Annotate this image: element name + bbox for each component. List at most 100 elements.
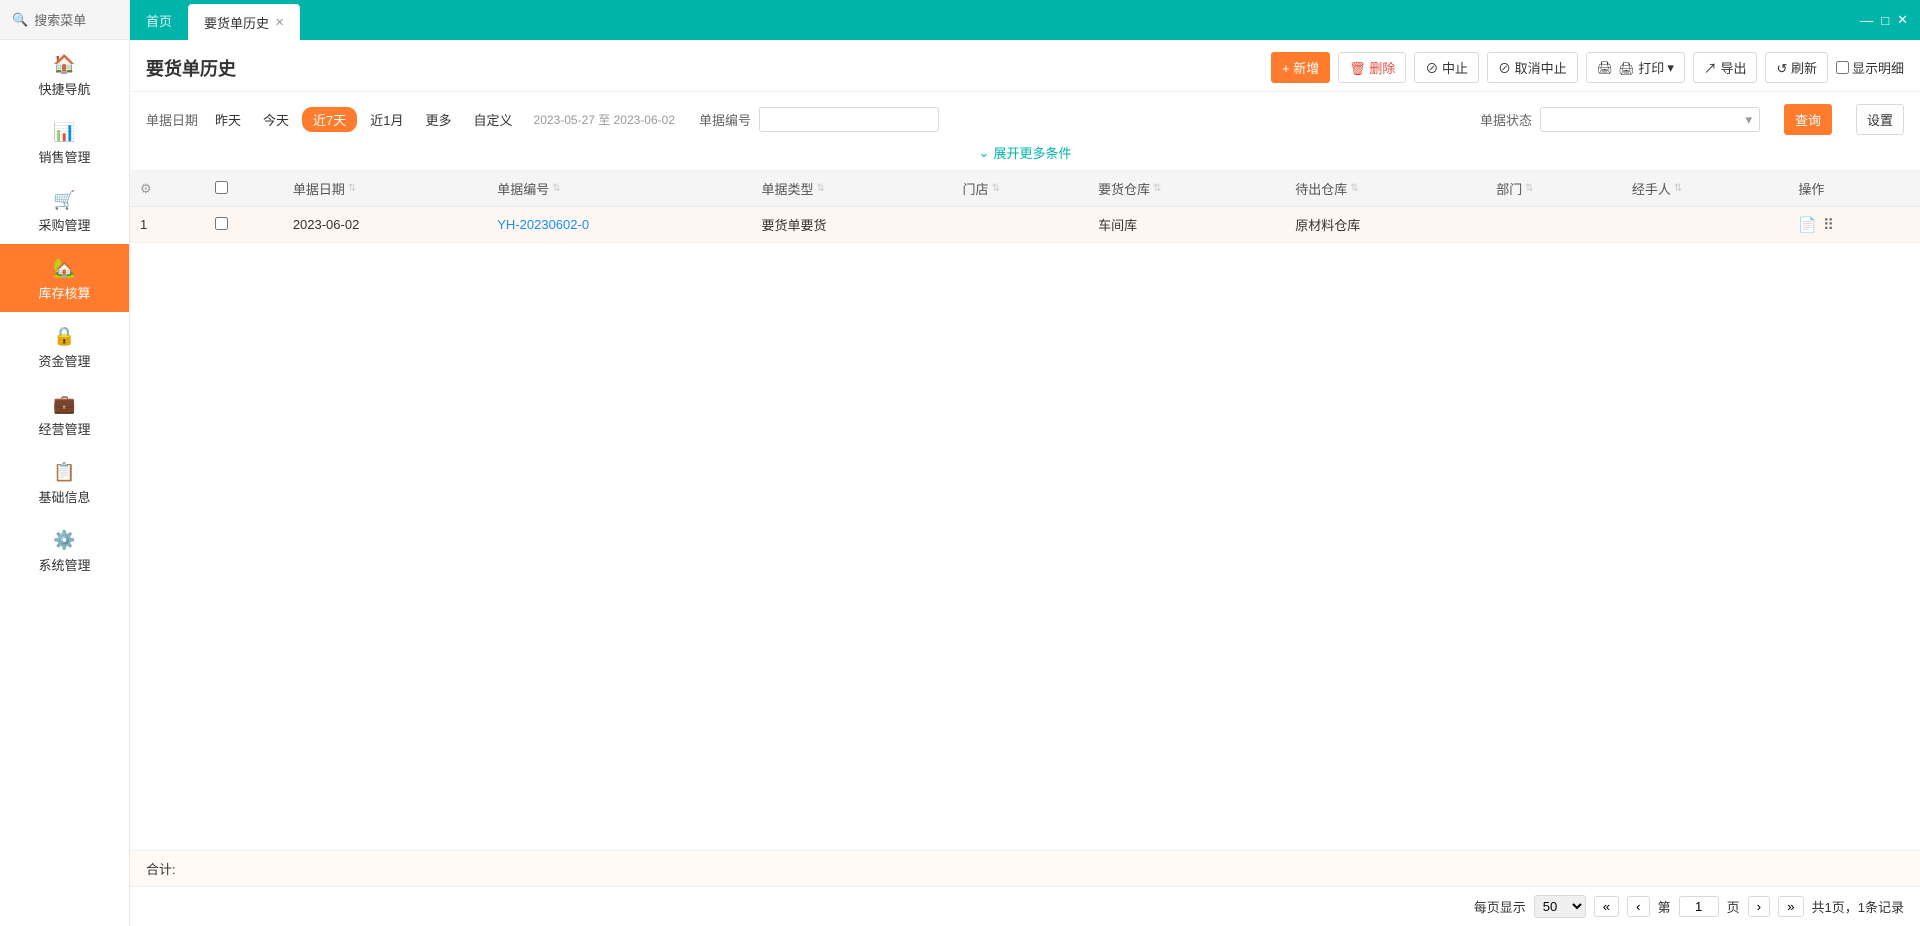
date-btn-1month[interactable]: 近1月 [361, 107, 412, 132]
sidebar-item-label: 销售管理 [38, 147, 90, 166]
tab-requisition-history-label: 要货单历史 [204, 13, 269, 32]
th-doc-type-label: 单据类型 [762, 179, 814, 198]
edit-action-icon[interactable]: 📄 [1798, 216, 1817, 234]
stop-button[interactable]: ⊘ 中止 [1414, 52, 1479, 83]
page-label: 页 [1727, 897, 1740, 916]
cell-pending-warehouse: 原材料仓库 [1285, 207, 1486, 243]
display-detail-label: 显示明细 [1852, 58, 1904, 77]
window-maximize-button[interactable]: □ [1881, 13, 1889, 28]
more-action-icon[interactable]: ⠿ [1823, 216, 1834, 234]
expand-filter-button[interactable]: ⌄ 展开更多条件 [979, 143, 1072, 162]
th-department-label: 部门 [1496, 179, 1522, 198]
print-button[interactable]: 🖨 🖨 打印 ▾ [1586, 52, 1685, 83]
display-detail-toggle[interactable]: 显示明细 [1836, 58, 1904, 77]
sidebar-item-label: 采购管理 [38, 215, 90, 234]
window-minimize-button[interactable]: — [1860, 13, 1873, 28]
page-size-label: 每页显示 [1474, 897, 1526, 916]
expand-label: 展开更多条件 [993, 143, 1071, 162]
topbar-right: — □ ✕ [1860, 12, 1920, 28]
sort-icon-department[interactable]: ⇅ [1525, 183, 1533, 194]
row-checkbox[interactable] [215, 217, 228, 230]
th-settings: ⚙ [130, 171, 205, 207]
cell-actions: 📄 ⠿ [1788, 207, 1920, 243]
date-btn-today[interactable]: 今天 [254, 107, 298, 132]
date-range-display: 2023-05-27 至 2023-06-02 [534, 111, 675, 128]
date-btn-custom[interactable]: 自定义 [465, 107, 522, 132]
first-page-button[interactable]: « [1594, 896, 1619, 917]
sort-icon-doc-date[interactable]: ⇅ [348, 183, 356, 194]
date-btn-yesterday[interactable]: 昨天 [206, 107, 250, 132]
cell-no: 1 [130, 207, 205, 243]
tab-close-icon[interactable]: ✕ [275, 16, 284, 29]
query-button[interactable]: 查询 [1784, 104, 1832, 135]
refresh-button[interactable]: ↺ 刷新 [1765, 52, 1828, 83]
topbar: 首页 要货单历史 ✕ — □ ✕ [130, 0, 1920, 40]
sidebar-item-basics[interactable]: 📋 基础信息 [0, 448, 129, 516]
sidebar-item-label: 资金管理 [38, 351, 90, 370]
date-btn-7days[interactable]: 近7天 [302, 107, 357, 132]
th-pending-warehouse: 待出仓库 ⇅ [1285, 171, 1486, 207]
sales-icon: 📊 [53, 122, 75, 143]
tab-home-label: 首页 [146, 11, 172, 30]
print-icon: 🖨 [1597, 60, 1614, 76]
doc-status-label: 单据状态 [1480, 110, 1532, 129]
cell-doc-date: 2023-06-02 [283, 207, 487, 243]
settings-button[interactable]: 设置 [1856, 104, 1904, 135]
date-filter-group: 单据日期 昨天 今天 近7天 近1月 更多 自定义 2023-05-27 至 2… [146, 107, 675, 132]
th-doc-number-label: 单据编号 [497, 179, 549, 198]
doc-number-link[interactable]: YH-20230602-0 [497, 217, 589, 232]
cell-checkbox [205, 207, 283, 243]
basics-icon: 📋 [53, 462, 75, 483]
th-actions-label: 操作 [1798, 182, 1824, 197]
window-close-button[interactable]: ✕ [1897, 12, 1908, 28]
delete-button[interactable]: 🗑 删除 [1338, 52, 1406, 83]
page-number-input[interactable] [1679, 896, 1719, 917]
sort-icon-req-warehouse[interactable]: ⇅ [1153, 183, 1161, 194]
th-handler: 经手人 ⇅ [1622, 171, 1788, 207]
table-header-row: ⚙ 单据日期 ⇅ 单据编号 [130, 171, 1920, 207]
sidebar-item-operations[interactable]: 💼 经营管理 [0, 380, 129, 448]
display-detail-checkbox[interactable] [1836, 61, 1849, 74]
doc-status-filter: 单据状态 ▾ [1480, 107, 1760, 132]
th-doc-type: 单据类型 ⇅ [752, 171, 953, 207]
doc-status-input[interactable] [1540, 107, 1760, 132]
filter-row-1: 单据日期 昨天 今天 近7天 近1月 更多 自定义 2023-05-27 至 2… [146, 104, 1904, 135]
filter-area: 单据日期 昨天 今天 近7天 近1月 更多 自定义 2023-05-27 至 2… [130, 92, 1920, 171]
sidebar-item-finance[interactable]: 🔒 资金管理 [0, 312, 129, 380]
sidebar-item-sales[interactable]: 📊 销售管理 [0, 108, 129, 176]
sort-icon-pending-warehouse[interactable]: ⇅ [1350, 183, 1358, 194]
page-size-select[interactable]: 50 10 20 100 [1534, 895, 1586, 918]
tab-home[interactable]: 首页 [130, 0, 188, 40]
cell-department [1486, 207, 1622, 243]
page-header: 要货单历史 + 新增 🗑 删除 ⊘ 中止 ⊘ 取消中止 🖨 🖨 打印 ▾ ↗ 导… [130, 40, 1920, 92]
sidebar-item-system[interactable]: ⚙️ 系统管理 [0, 516, 129, 584]
date-btn-more[interactable]: 更多 [417, 107, 461, 132]
new-button[interactable]: + 新增 [1271, 52, 1330, 83]
sidebar-item-inventory[interactable]: 🏡 库存核算 [0, 244, 129, 312]
export-button[interactable]: ↗ 导出 [1693, 52, 1758, 83]
date-buttons: 昨天 今天 近7天 近1月 更多 自定义 [206, 107, 522, 132]
next-page-button[interactable]: › [1748, 896, 1770, 917]
sort-icon-store[interactable]: ⇅ [991, 183, 999, 194]
th-department: 部门 ⇅ [1486, 171, 1622, 207]
sidebar-item-purchase[interactable]: 🛒 采购管理 [0, 176, 129, 244]
requisition-table: ⚙ 单据日期 ⇅ 单据编号 [130, 171, 1920, 243]
select-all-checkbox[interactable] [215, 181, 228, 194]
doc-number-input[interactable] [759, 107, 939, 132]
sort-icon-doc-type[interactable]: ⇅ [817, 183, 825, 194]
expand-icon: ⌄ [979, 145, 990, 161]
cell-store [952, 207, 1088, 243]
cancel-stop-button[interactable]: ⊘ 取消中止 [1487, 52, 1578, 83]
table-row: 1 2023-06-02 YH-20230602-0 要货单要货 车间库 原材料… [130, 207, 1920, 243]
sort-icon-doc-number[interactable]: ⇅ [552, 183, 560, 194]
search-icon: 🔍 [12, 12, 28, 28]
sidebar-search[interactable]: 🔍 搜索菜单 [0, 0, 129, 40]
operations-icon: 💼 [53, 394, 75, 415]
tab-requisition-history[interactable]: 要货单历史 ✕ [188, 4, 300, 40]
last-page-button[interactable]: » [1778, 896, 1803, 917]
prev-page-button[interactable]: ‹ [1627, 896, 1649, 917]
sidebar-item-quick-nav[interactable]: 🏠 快捷导航 [0, 40, 129, 108]
doc-number-filter: 单据编号 [699, 107, 939, 132]
sort-icon-handler[interactable]: ⇅ [1674, 183, 1682, 194]
settings-gear-icon[interactable]: ⚙ [140, 181, 152, 196]
